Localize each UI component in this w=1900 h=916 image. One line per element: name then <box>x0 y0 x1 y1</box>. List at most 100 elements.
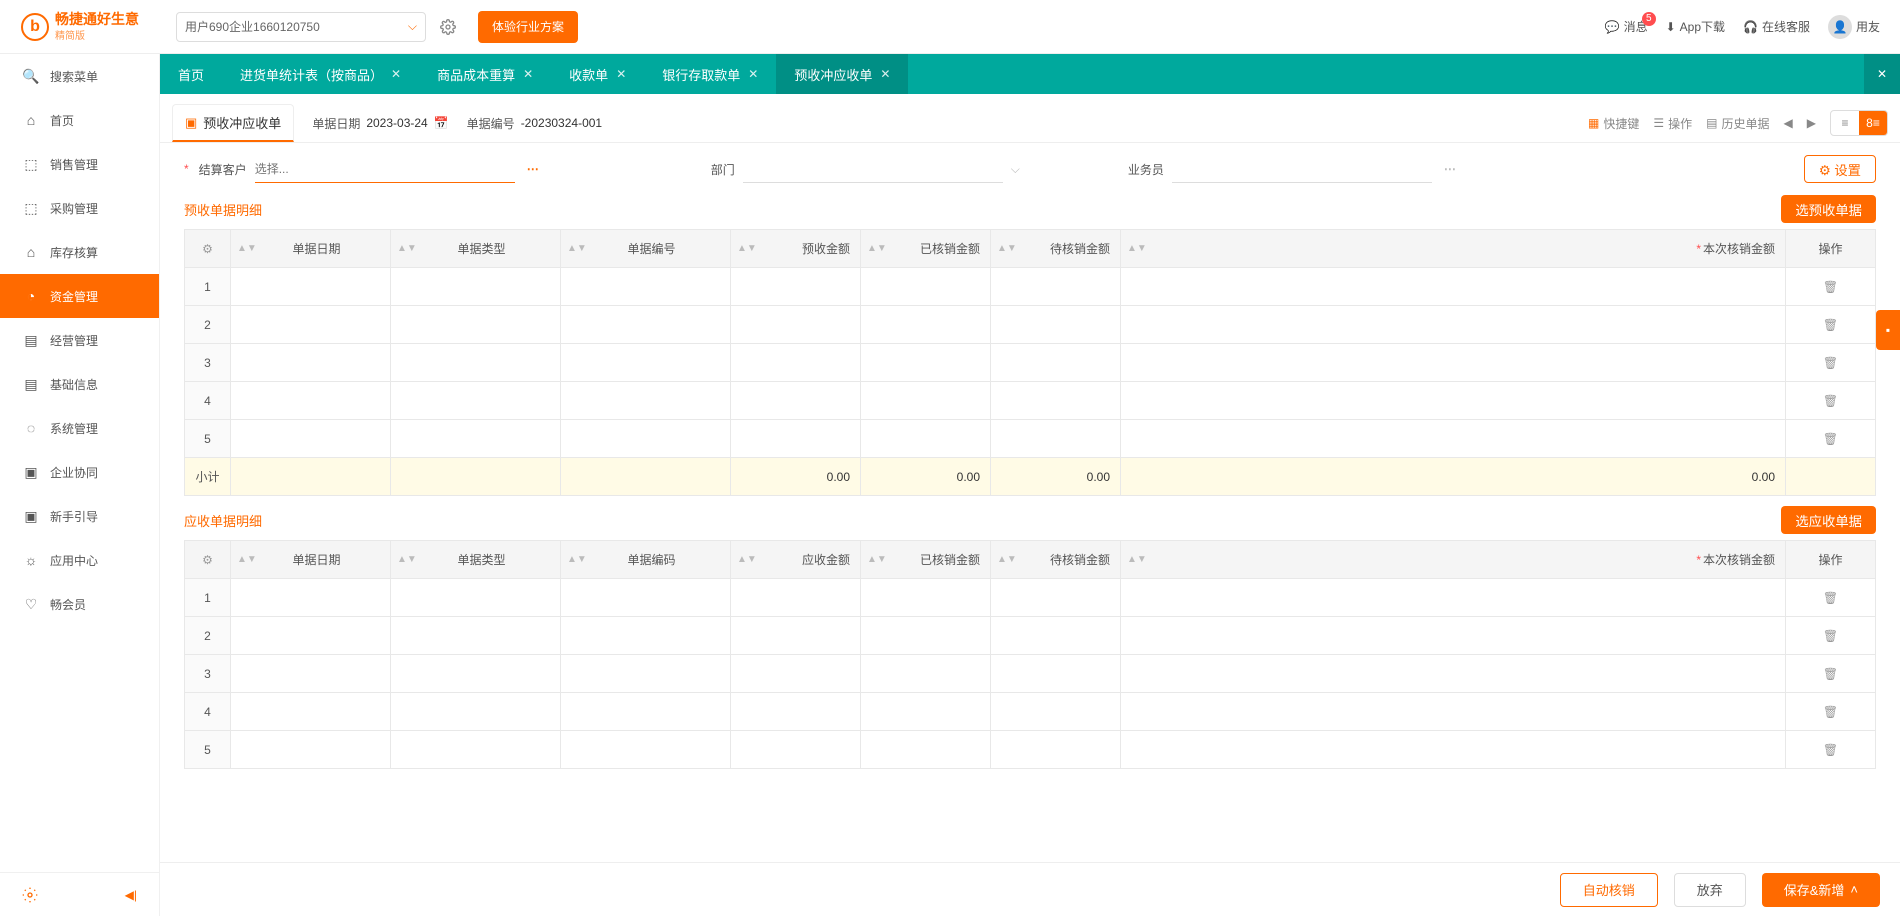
sort-icon[interactable]: ▲▼ <box>1127 245 1147 253</box>
table-row[interactable]: 3🗑 <box>185 655 1876 693</box>
sidebar-item-label: 搜索菜单 <box>50 68 98 85</box>
table-row[interactable]: 1🗑 <box>185 579 1876 617</box>
user-menu[interactable]: 👤 用友 <box>1828 15 1880 39</box>
sort-icon[interactable]: ▲▼ <box>737 556 757 564</box>
sidebar-item-8[interactable]: ◌系统管理 <box>0 406 159 450</box>
calendar-icon[interactable]: 📅 <box>434 116 449 130</box>
tab-2[interactable]: 商品成本重算✕ <box>419 54 551 94</box>
dept-input[interactable] <box>743 155 1003 183</box>
sidebar-item-1[interactable]: ⌂首页 <box>0 98 159 142</box>
sidebar-item-7[interactable]: ▤基础信息 <box>0 362 159 406</box>
close-icon[interactable]: ✕ <box>523 67 533 81</box>
tab-1[interactable]: 进货单统计表（按商品）✕ <box>222 54 419 94</box>
staff-picker-button[interactable]: ⋯ <box>1440 162 1460 176</box>
sidebar-item-5[interactable]: ◔资金管理 <box>0 274 159 318</box>
next-button[interactable]: ▶ <box>1807 116 1816 130</box>
trash-icon[interactable]: 🗑 <box>1823 667 1838 681</box>
table-row[interactable]: 2🗑 <box>185 617 1876 655</box>
sidebar-item-3[interactable]: ⬚采购管理 <box>0 186 159 230</box>
staff-input[interactable] <box>1172 155 1432 183</box>
org-select[interactable]: 用户690企业1660120750 ⌵ <box>176 12 426 42</box>
auto-verify-button[interactable]: 自动核销 <box>1560 873 1658 907</box>
trash-icon[interactable]: 🗑 <box>1823 432 1838 446</box>
gear-icon[interactable]: ⚙ <box>202 553 213 567</box>
customer-service-link[interactable]: 🎧 在线客服 <box>1743 18 1810 35</box>
sidebar-item-11[interactable]: ☼应用中心 <box>0 538 159 582</box>
sort-icon[interactable]: ▲▼ <box>237 245 257 253</box>
operate-link[interactable]: ☰操作 <box>1653 115 1692 132</box>
sort-icon[interactable]: ▲▼ <box>997 556 1017 564</box>
customer-input[interactable] <box>255 155 515 183</box>
col-verified: 已核销金额 <box>871 551 980 568</box>
col-date: 单据日期 <box>280 242 340 256</box>
select-receivable-button[interactable]: 选应收单据 <box>1781 506 1876 534</box>
select-prepay-button[interactable]: 选预收单据 <box>1781 195 1876 223</box>
trash-icon[interactable]: 🗑 <box>1823 318 1838 332</box>
customer-picker-button[interactable]: ⋯ <box>523 162 543 176</box>
app-download-link[interactable]: ⬇ App下载 <box>1666 18 1725 35</box>
sort-icon[interactable]: ▲▼ <box>567 556 587 564</box>
sidebar-item-4[interactable]: ⌂库存核算 <box>0 230 159 274</box>
sidebar-item-0[interactable]: 🔍搜索菜单 <box>0 54 159 98</box>
tab-0[interactable]: 首页 <box>160 54 222 94</box>
close-all-tabs-button[interactable]: ✕ <box>1864 54 1900 94</box>
receivable-table: ⚙ ▲▼单据日期 ▲▼单据类型 ▲▼单据编码 ▲▼应收金额 ▲▼已核销金额 ▲▼… <box>184 540 1876 769</box>
trash-icon[interactable]: 🗑 <box>1823 356 1838 370</box>
sidebar-item-6[interactable]: ▤经营管理 <box>0 318 159 362</box>
user-name: 用友 <box>1856 18 1880 35</box>
brand-logo: b 畅捷通好生意 精简版 <box>0 12 160 42</box>
table-row[interactable]: 1🗑 <box>185 268 1876 306</box>
tab-3[interactable]: 收款单✕ <box>551 54 644 94</box>
sidebar-icon: ▣ <box>22 508 40 525</box>
trash-icon[interactable]: 🗑 <box>1823 629 1838 643</box>
table-row[interactable]: 3🗑 <box>185 344 1876 382</box>
close-icon[interactable]: ✕ <box>880 67 890 81</box>
tab-5[interactable]: 预收冲应收单✕ <box>776 54 908 94</box>
sort-icon[interactable]: ▲▼ <box>397 245 417 253</box>
gear-icon[interactable]: ⚙ <box>202 242 213 256</box>
col-date: 单据日期 <box>280 553 340 567</box>
sort-icon[interactable]: ▲▼ <box>867 556 887 564</box>
sort-icon[interactable]: ▲▼ <box>737 245 757 253</box>
sort-icon[interactable]: ▲▼ <box>397 556 417 564</box>
trash-icon[interactable]: 🗑 <box>1823 705 1838 719</box>
view-list-toggle[interactable]: ≡ <box>1831 111 1859 135</box>
save-and-new-button[interactable]: 保存&新增˄ <box>1762 873 1880 907</box>
sort-icon[interactable]: ▲▼ <box>1127 556 1147 564</box>
messages-link[interactable]: 💬 消息 5 <box>1605 18 1648 35</box>
trash-icon[interactable]: 🗑 <box>1823 394 1838 408</box>
trash-icon[interactable]: 🗑 <box>1823 280 1838 294</box>
table-row[interactable]: 5🗑 <box>185 420 1876 458</box>
dept-chevron-down-icon[interactable]: ⌵ <box>1011 162 1020 177</box>
sidebar-item-10[interactable]: ▣新手引导 <box>0 494 159 538</box>
shortcut-link[interactable]: ▦快捷键 <box>1588 115 1639 132</box>
table-row[interactable]: 5🗑 <box>185 731 1876 769</box>
doc-date-value[interactable]: 2023-03-24 <box>366 116 427 130</box>
prev-button[interactable]: ◀ <box>1784 116 1793 130</box>
view-detail-toggle[interactable]: 8≡ <box>1859 111 1887 135</box>
sidebar-item-9[interactable]: ▣企业协同 <box>0 450 159 494</box>
sort-icon[interactable]: ▲▼ <box>867 245 887 253</box>
history-link[interactable]: ▤历史单据 <box>1706 115 1769 132</box>
sidebar-item-2[interactable]: ⬚销售管理 <box>0 142 159 186</box>
sort-icon[interactable]: ▲▼ <box>237 556 257 564</box>
tab-4[interactable]: 银行存取款单✕ <box>644 54 776 94</box>
trash-icon[interactable]: 🗑 <box>1823 743 1838 757</box>
sort-icon[interactable]: ▲▼ <box>567 245 587 253</box>
sort-icon[interactable]: ▲▼ <box>997 245 1017 253</box>
collapse-icon[interactable]: ◀| <box>125 888 137 902</box>
table-row[interactable]: 2🗑 <box>185 306 1876 344</box>
table-row[interactable]: 4🗑 <box>185 382 1876 420</box>
table-row[interactable]: 4🗑 <box>185 693 1876 731</box>
industry-solution-button[interactable]: 体验行业方案 <box>478 11 578 43</box>
trash-icon[interactable]: 🗑 <box>1823 591 1838 605</box>
settings-icon[interactable] <box>434 13 462 41</box>
close-icon[interactable]: ✕ <box>616 67 626 81</box>
close-icon[interactable]: ✕ <box>391 67 401 81</box>
discard-button[interactable]: 放弃 <box>1674 873 1746 907</box>
footer-gear-icon[interactable] <box>22 887 38 903</box>
sidebar-item-12[interactable]: ♡畅会员 <box>0 582 159 626</box>
settings-button[interactable]: ⚙ 设置 <box>1804 155 1876 183</box>
right-drawer-handle[interactable]: ▪ <box>1876 310 1900 350</box>
close-icon[interactable]: ✕ <box>748 67 758 81</box>
